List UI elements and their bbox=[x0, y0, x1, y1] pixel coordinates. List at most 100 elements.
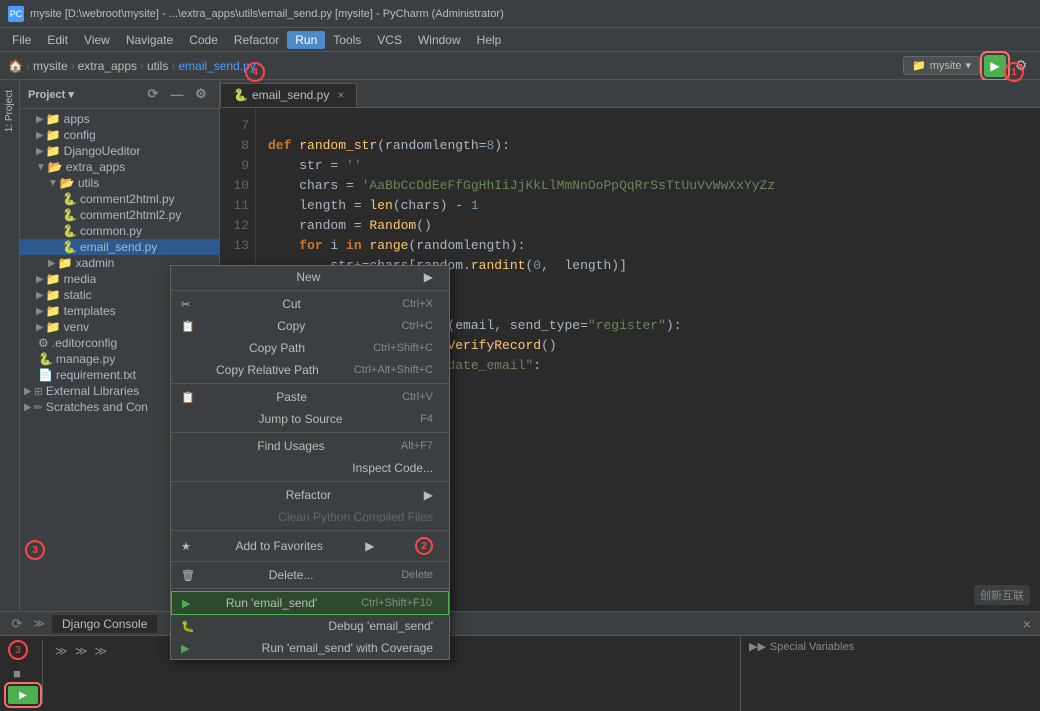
project-label: mysite bbox=[930, 60, 962, 72]
ctx-shortcut-cut: Ctrl+X bbox=[402, 298, 433, 310]
ctx-add-favorites[interactable]: ★ Add to Favorites ▶ 2 bbox=[171, 533, 449, 559]
menu-view[interactable]: View bbox=[76, 31, 118, 49]
breadcrumb-utils[interactable]: utils bbox=[147, 59, 168, 73]
ctx-label-find: Find Usages bbox=[257, 439, 324, 453]
menu-window[interactable]: Window bbox=[410, 31, 469, 49]
ctx-find-usages[interactable]: Find Usages Alt+F7 bbox=[171, 435, 449, 457]
tab-django-console[interactable]: Django Console bbox=[52, 615, 157, 633]
ctx-shortcut-delete: Delete bbox=[401, 569, 433, 581]
tree-email_send[interactable]: 🐍 email_send.py bbox=[20, 239, 219, 255]
ctx-debug-email-send[interactable]: 🐛 Debug 'email_send' bbox=[171, 615, 449, 637]
ctx-cut[interactable]: ✂ Cut Ctrl+X bbox=[171, 293, 449, 315]
run-button[interactable]: ▶ bbox=[984, 55, 1006, 77]
ctx-label-paste: Paste bbox=[276, 390, 307, 404]
project-title: Project ▾ bbox=[28, 88, 74, 101]
menu-help[interactable]: Help bbox=[469, 31, 510, 49]
project-selector[interactable]: 📁 mysite ▾ bbox=[903, 56, 980, 75]
debug-icon: 🐛 bbox=[181, 620, 197, 633]
tree-config[interactable]: ▶ 📁 config bbox=[20, 127, 219, 143]
tree-djangoueditor[interactable]: ▶ 📁 DjangoUeditor bbox=[20, 143, 219, 159]
badge-1-container: 1 bbox=[1004, 62, 1024, 82]
ctx-label-new: New bbox=[296, 270, 320, 284]
tree-comment2html2[interactable]: 🐍 comment2html2.py bbox=[20, 207, 219, 223]
variables-panel: ▶▶ Special Variables bbox=[740, 636, 1040, 711]
code-line-12: random = Random() bbox=[268, 216, 1014, 236]
ctx-delete[interactable]: 🗑 Delete... Delete bbox=[171, 564, 449, 586]
tree-extra_apps[interactable]: ▼ 📂 extra_apps bbox=[20, 159, 219, 175]
editor-tabs: 🐍 email_send.py × bbox=[220, 80, 1040, 108]
watermark: 创新互联 bbox=[974, 585, 1030, 605]
ctx-label-cut: Cut bbox=[282, 297, 301, 311]
bottom-left-controls: 3 ■ ▶ bbox=[8, 640, 43, 704]
delete-icon: 🗑 bbox=[181, 569, 197, 582]
close-bottom-icon[interactable]: × bbox=[1018, 615, 1036, 633]
ctx-label-clean: Clean Python Compiled Files bbox=[278, 510, 433, 524]
ctx-arrow-new: ▶ bbox=[424, 270, 433, 284]
ctx-label-run: Run 'email_send' bbox=[226, 596, 317, 610]
ctx-inspect-code[interactable]: Inspect Code... bbox=[171, 457, 449, 479]
ctx-copy[interactable]: 📋 Copy Ctrl+C bbox=[171, 315, 449, 337]
sync-icon[interactable]: ⟳ bbox=[143, 84, 163, 104]
bottom-tabs: ⟳ ≫ Django Console × bbox=[0, 612, 1040, 636]
stop-icon[interactable]: ■ bbox=[8, 664, 26, 682]
ctx-sep-5 bbox=[171, 530, 449, 531]
close-tab-icon[interactable]: × bbox=[337, 88, 344, 102]
ctx-jump-to-source[interactable]: Jump to Source F4 bbox=[171, 408, 449, 430]
ctx-run-email-send[interactable]: ▶ Run 'email_send' Ctrl+Shift+F10 bbox=[171, 591, 449, 615]
variables-icon: ▶▶ bbox=[749, 640, 766, 653]
project-icon: 📁 bbox=[912, 59, 926, 72]
menu-run[interactable]: Run bbox=[287, 31, 325, 49]
breadcrumb-mysite-label[interactable]: mysite bbox=[33, 59, 68, 73]
ctx-run-with-coverage[interactable]: ▶ Run 'email_send' with Coverage bbox=[171, 637, 449, 659]
menu-refactor[interactable]: Refactor bbox=[226, 31, 287, 49]
gear-icon[interactable]: ⚙ bbox=[191, 84, 211, 104]
menu-tools[interactable]: Tools bbox=[325, 31, 369, 49]
tab-email-send[interactable]: 🐍 email_send.py × bbox=[220, 83, 357, 107]
special-vars-header: ▶▶ Special Variables bbox=[749, 640, 1032, 653]
rerun-console-icon[interactable]: 3 bbox=[8, 640, 28, 660]
ctx-new[interactable]: New ▶ bbox=[171, 266, 449, 288]
ctx-copy-relative-path[interactable]: Copy Relative Path Ctrl+Alt+Shift+C bbox=[171, 359, 449, 381]
menu-navigate[interactable]: Navigate bbox=[118, 31, 181, 49]
title-text: mysite [D:\webroot\mysite] - ...\extra_a… bbox=[30, 8, 504, 20]
ctx-shortcut-jump: F4 bbox=[420, 413, 433, 425]
ctx-label-copy: Copy bbox=[277, 319, 305, 333]
rerun-icon[interactable]: ⟳ bbox=[8, 615, 26, 633]
favorites-icon: ★ bbox=[181, 540, 197, 553]
cut-icon: ✂ bbox=[181, 298, 197, 311]
breadcrumb-extra_apps[interactable]: extra_apps bbox=[78, 59, 137, 73]
app-icon: PC bbox=[8, 6, 24, 22]
collapse-icon[interactable]: — bbox=[167, 84, 187, 104]
tree-common[interactable]: 🐍 common.py bbox=[20, 223, 219, 239]
side-panel: 1: Project bbox=[0, 80, 20, 611]
badge-1: 1 bbox=[1004, 62, 1024, 82]
ctx-copy-path[interactable]: Copy Path Ctrl+Shift+C bbox=[171, 337, 449, 359]
menu-code[interactable]: Code bbox=[181, 31, 226, 49]
coverage-icon: ▶ bbox=[181, 642, 197, 655]
menubar: File Edit View Navigate Code Refactor Ru… bbox=[0, 28, 1040, 52]
ctx-arrow-favorites: ▶ bbox=[365, 539, 374, 553]
tree-comment2html[interactable]: 🐍 comment2html.py bbox=[20, 191, 219, 207]
badge-3-overlay: 3 bbox=[25, 540, 45, 560]
code-line-9: str = '' bbox=[268, 156, 1014, 176]
ctx-label-copy-relative: Copy Relative Path bbox=[216, 363, 319, 377]
ctx-refactor[interactable]: Refactor ▶ bbox=[171, 484, 449, 506]
project-header: Project ▾ ⟳ — ⚙ bbox=[20, 80, 219, 109]
ctx-sep-1 bbox=[171, 290, 449, 291]
expand-icon[interactable]: ≫ bbox=[30, 615, 48, 633]
run-console-btn[interactable]: ▶ bbox=[8, 686, 38, 704]
navbar: 🏠 › mysite › extra_apps › utils › email_… bbox=[0, 52, 1040, 80]
menu-edit[interactable]: Edit bbox=[39, 31, 76, 49]
breadcrumb-mysite[interactable]: 🏠 bbox=[8, 59, 23, 73]
ctx-label-refactor: Refactor bbox=[286, 488, 331, 502]
ctx-paste[interactable]: 📋 Paste Ctrl+V bbox=[171, 386, 449, 408]
menu-file[interactable]: File bbox=[4, 31, 39, 49]
code-line-10: chars = 'AaBbCcDdEeFfGgHhIiJjKkLlMmNnOoP… bbox=[268, 176, 1014, 196]
ctx-sep-6 bbox=[171, 561, 449, 562]
menu-vcs[interactable]: VCS bbox=[369, 31, 410, 49]
project-tab-indicator[interactable]: 1: Project bbox=[2, 84, 17, 138]
tree-utils[interactable]: ▼ 📂 utils bbox=[20, 175, 219, 191]
ctx-shortcut-find: Alt+F7 bbox=[401, 440, 433, 452]
bottom-controls: ⟳ ≫ bbox=[4, 613, 52, 635]
tree-apps[interactable]: ▶ 📁 apps bbox=[20, 111, 219, 127]
